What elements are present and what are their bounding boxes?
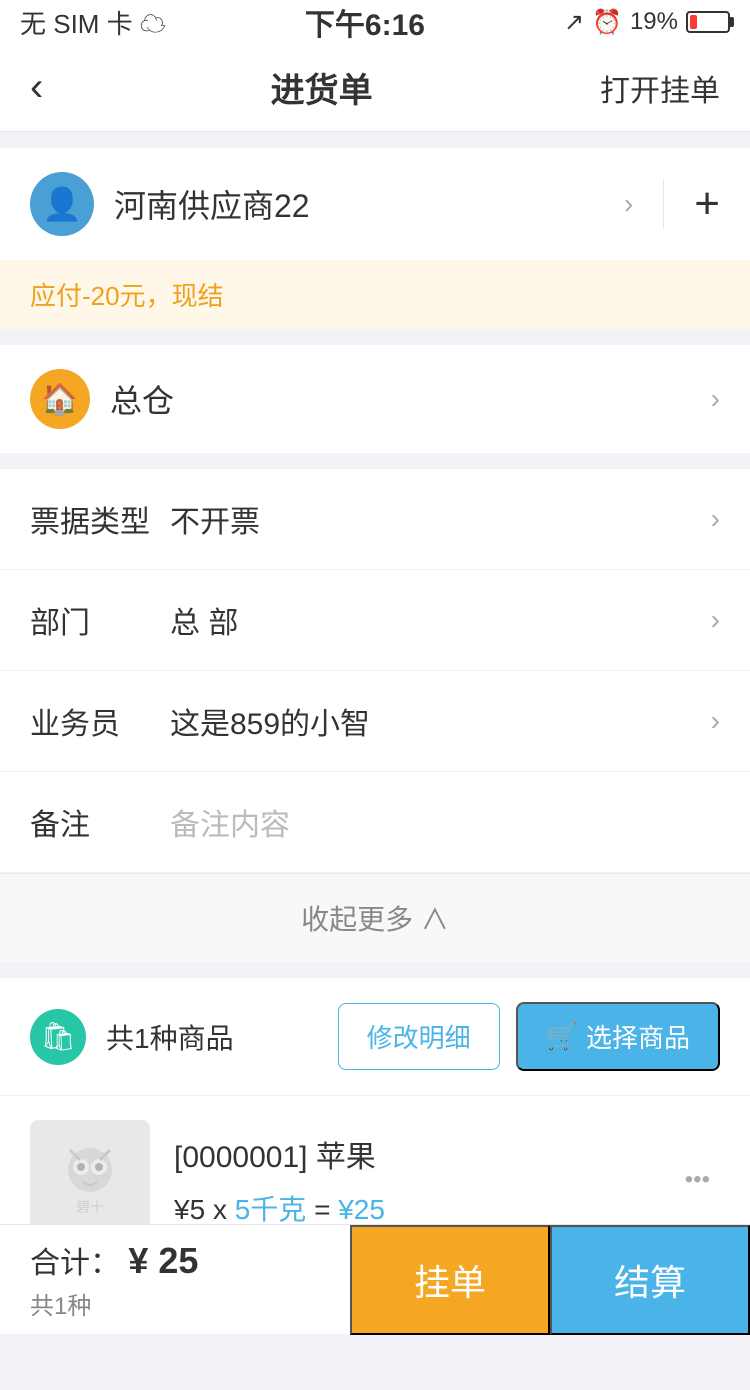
avatar-icon: 👤: [42, 185, 82, 223]
salesperson-label: 业务员: [30, 699, 170, 743]
cart-add-icon: 🛒: [546, 1021, 578, 1052]
owl-logo: 碧十: [50, 1140, 130, 1220]
department-value: 总 部: [170, 598, 711, 642]
product-count-text: 共1种商品: [106, 1017, 338, 1057]
remark-row[interactable]: 备注 备注内容: [0, 772, 750, 873]
supplier-card: 👤 河南供应商22 › + 应付-20元，现结: [0, 148, 750, 329]
alarm-icon: ⏰: [592, 8, 622, 37]
product-price-row: ¥5 x 5千克 = ¥25: [174, 1188, 675, 1228]
invoice-type-label: 票据类型: [30, 497, 170, 541]
remark-label: 备注: [30, 800, 170, 844]
total-sub: 共1种: [30, 1286, 320, 1321]
supplier-name: 河南供应商22: [114, 181, 624, 227]
page-title: 进货单: [271, 63, 373, 112]
product-name: [0000001] 苹果: [174, 1132, 675, 1176]
invoice-arrow-icon: ›: [711, 503, 720, 535]
product-more-button[interactable]: •••: [675, 1156, 720, 1204]
product-section: 🛍 共1种商品 修改明细 🛒 选择商品 碧十: [0, 978, 750, 1264]
cart-icon: 🛍: [40, 1020, 76, 1053]
equals-sign: =: [314, 1194, 338, 1225]
status-left: 无 SIM 卡 ☁: [20, 4, 166, 41]
warehouse-arrow-icon: ›: [711, 383, 720, 415]
battery-fill: [690, 15, 697, 29]
salesperson-arrow-icon: ›: [711, 705, 720, 737]
nav-bar: ‹ 进货单 打开挂单: [0, 44, 750, 132]
salesperson-row[interactable]: 业务员 这是859的小智 ›: [0, 671, 750, 772]
product-thumbnail: 碧十: [30, 1120, 150, 1240]
location-icon: ↗: [564, 8, 584, 37]
status-time: 下午6:16: [305, 0, 425, 44]
edit-detail-button[interactable]: 修改明细: [338, 1003, 500, 1070]
select-product-label: 选择商品: [586, 1018, 690, 1055]
unit-price: ¥5: [174, 1194, 205, 1225]
warehouse-row[interactable]: 🏠 总仓 ›: [0, 345, 750, 453]
product-title: 苹果: [316, 1141, 376, 1174]
battery-percent: 19%: [630, 8, 678, 36]
remark-input[interactable]: 备注内容: [170, 800, 720, 844]
supplier-arrow-icon: ›: [624, 188, 633, 220]
battery-icon: [686, 11, 730, 33]
svg-text:碧十: 碧十: [76, 1199, 104, 1215]
settle-button[interactable]: 结算: [550, 1225, 750, 1335]
notice-bar: 应付-20元，现结: [0, 260, 750, 329]
warehouse-name: 总仓: [110, 376, 711, 422]
warehouse-icon: 🏠: [30, 369, 90, 429]
product-info: [0000001] 苹果 ¥5 x 5千克 = ¥25: [174, 1132, 675, 1228]
collapse-bar[interactable]: 收起更多 ∧: [0, 873, 750, 962]
product-header: 🛍 共1种商品 修改明细 🛒 选择商品: [0, 978, 750, 1096]
supplier-row[interactable]: 👤 河南供应商22 › +: [0, 148, 750, 260]
select-product-button[interactable]: 🛒 选择商品: [516, 1002, 720, 1071]
total-amount: ¥ 25: [128, 1240, 198, 1281]
hang-button[interactable]: 挂单: [350, 1225, 550, 1335]
status-right: ↗ ⏰ 19%: [564, 8, 730, 37]
product-code: [0000001]: [174, 1141, 307, 1174]
supplier-avatar: 👤: [30, 172, 94, 236]
back-button[interactable]: ‹: [30, 65, 43, 110]
invoice-type-row[interactable]: 票据类型 不开票 ›: [0, 469, 750, 570]
department-arrow-icon: ›: [711, 604, 720, 636]
invoice-type-value: 不开票: [170, 497, 711, 541]
battery-tip: [730, 17, 734, 27]
status-bar: 无 SIM 卡 ☁ 下午6:16 ↗ ⏰ 19%: [0, 0, 750, 44]
total-section: 合计： ¥ 25 共1种: [0, 1238, 350, 1321]
quantity: 5千克: [235, 1194, 307, 1225]
department-label: 部门: [30, 598, 170, 642]
content-area: 👤 河南供应商22 › + 应付-20元，现结 🏠 总仓 › 票据类型 不开票 …: [0, 148, 750, 1390]
multiply-sign: x: [213, 1194, 235, 1225]
open-hang-button[interactable]: 打开挂单: [600, 66, 720, 110]
total-label: 合计：: [30, 1247, 120, 1280]
total-main: 合计： ¥ 25: [30, 1238, 320, 1282]
salesperson-value: 这是859的小智: [170, 699, 711, 743]
form-card: 票据类型 不开票 › 部门 总 部 › 业务员 这是859的小智 › 备注 备注…: [0, 469, 750, 962]
bottom-bar: 合计： ¥ 25 共1种 挂单 结算: [0, 1224, 750, 1334]
subtotal: ¥25: [338, 1194, 385, 1225]
warehouse-card[interactable]: 🏠 总仓 ›: [0, 345, 750, 453]
product-count-icon: 🛍: [30, 1009, 86, 1065]
department-row[interactable]: 部门 总 部 ›: [0, 570, 750, 671]
sim-label: 无 SIM 卡 ☁: [20, 4, 166, 41]
add-supplier-button[interactable]: +: [663, 179, 720, 229]
